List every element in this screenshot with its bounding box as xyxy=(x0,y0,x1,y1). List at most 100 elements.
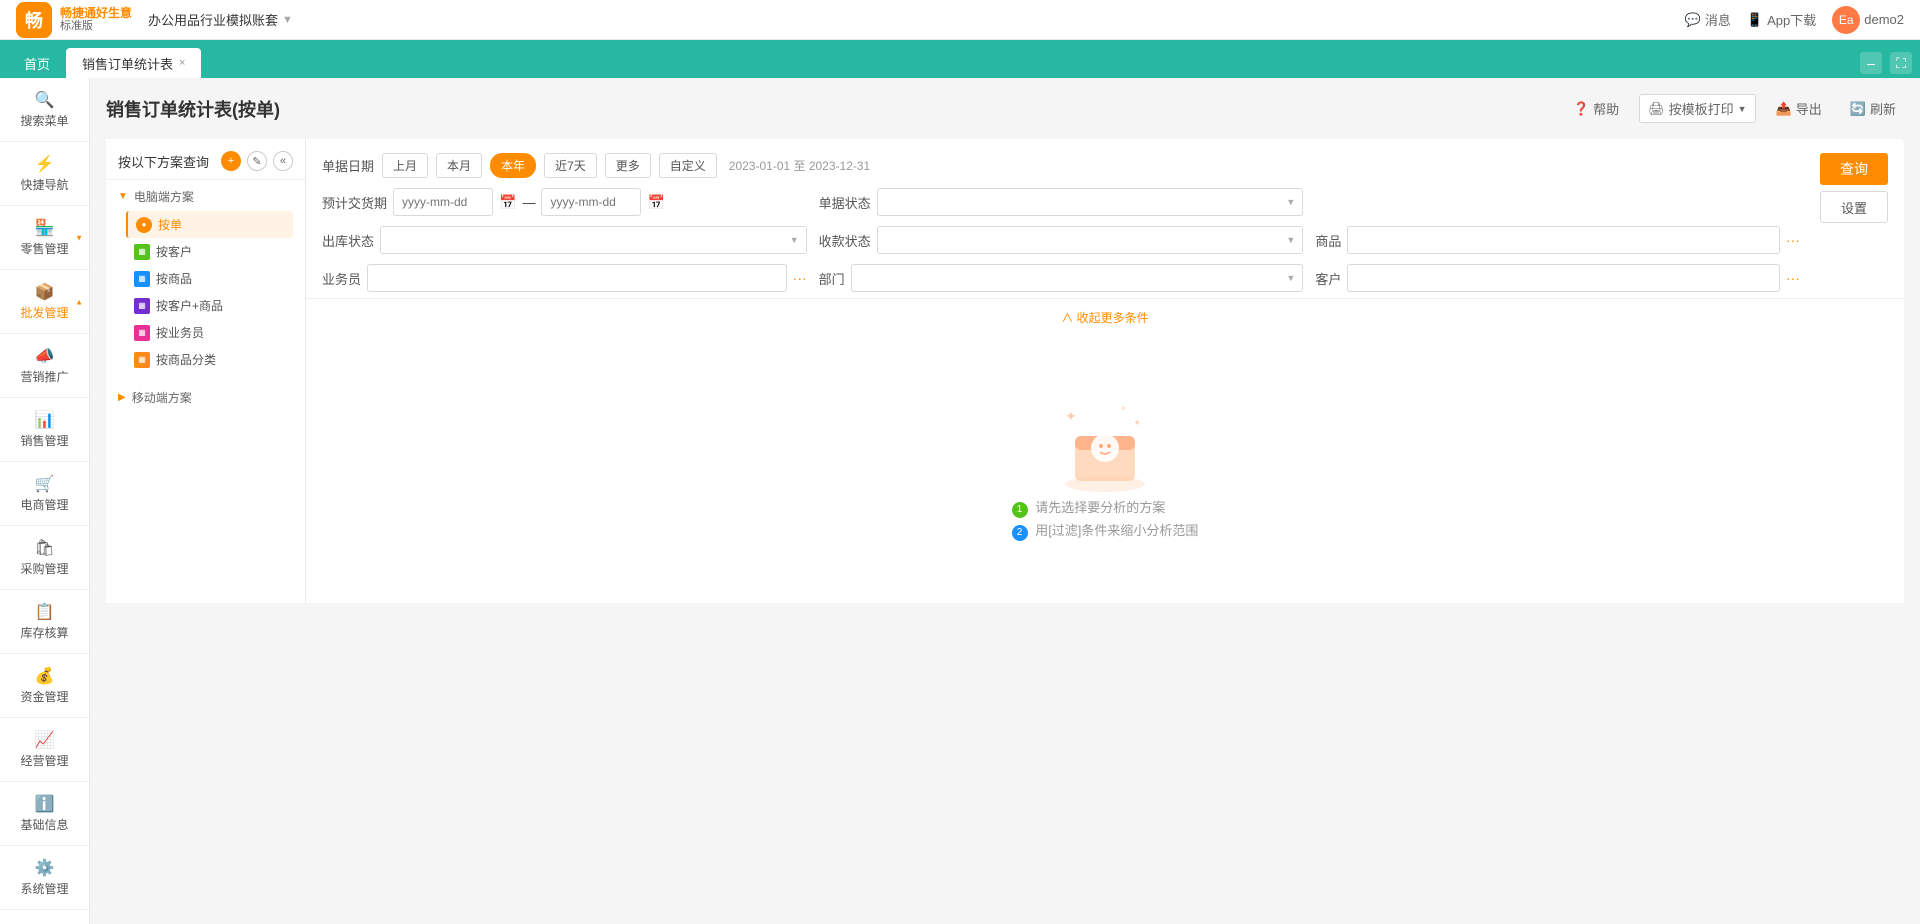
inventory-icon: 📋 xyxy=(4,602,85,622)
sidebar-item-search[interactable]: 🔍 搜索菜单 xyxy=(0,78,89,142)
setting-button[interactable]: 设置 xyxy=(1820,191,1888,223)
sidebar: 🔍 搜索菜单 ⚡ 快捷导航 🏪 零售管理 📦 批发管理 📣 营销推广 📊 销售管… xyxy=(0,78,90,924)
help-icon: ❓ xyxy=(1573,101,1589,117)
scheme-header-icons: + ✎ « xyxy=(221,151,293,171)
sidebar-item-collab[interactable]: 🤝 企业协同 xyxy=(0,910,89,924)
dept-field: 部门 xyxy=(819,264,1304,292)
finance-icon: 💰 xyxy=(4,666,85,686)
date-label: 单据日期 xyxy=(322,156,374,175)
payment-select[interactable] xyxy=(877,226,1304,254)
salesman-field: 业务员 ··· xyxy=(322,264,807,292)
message-icon: 💬 xyxy=(1685,12,1701,28)
tab-active[interactable]: 销售订单统计表 × xyxy=(66,48,201,78)
tab-controls: – ⛶ xyxy=(1860,52,1912,78)
page-title: 销售订单统计表(按单) xyxy=(106,96,280,122)
download-icon: 📱 xyxy=(1747,12,1763,28)
collapse-bar[interactable]: ∧ 收起更多条件 xyxy=(306,298,1904,336)
sidebar-item-system[interactable]: ⚙️ 系统管理 xyxy=(0,846,89,910)
scheme-collapse-btn[interactable]: « xyxy=(273,151,293,171)
date-btn-last-month[interactable]: 上月 xyxy=(382,153,428,178)
status-select[interactable] xyxy=(877,188,1304,216)
expected-date-to[interactable] xyxy=(541,188,641,216)
sidebar-item-marketing[interactable]: 📣 营销推广 xyxy=(0,334,89,398)
scheme-item-by-goods[interactable]: ▦ 按商品 xyxy=(126,265,293,292)
filter-buttons: 查询 设置 xyxy=(1820,153,1888,223)
sidebar-item-sales[interactable]: 📊 销售管理 xyxy=(0,398,89,462)
print-icon: 🖨 xyxy=(1648,101,1665,117)
date-btn-this-year[interactable]: 本年 xyxy=(490,153,536,178)
system-icon: ⚙️ xyxy=(4,858,85,878)
scheme-panel: 按以下方案查询 + ✎ « ▼ xyxy=(106,139,306,603)
sidebar-item-retail[interactable]: 🏪 零售管理 xyxy=(0,206,89,270)
tab-maximize-btn[interactable]: ⛶ xyxy=(1890,52,1912,74)
scheme-add-btn[interactable]: + xyxy=(221,151,241,171)
customer-more-btn[interactable]: ··· xyxy=(1786,270,1800,286)
main-layout: 🔍 搜索菜单 ⚡ 快捷导航 🏪 零售管理 📦 批发管理 📣 营销推广 📊 销售管… xyxy=(0,78,1920,924)
scheme-item-icon-order: ● xyxy=(136,217,152,233)
print-arrow-icon: ▼ xyxy=(1738,104,1747,114)
status-label: 单据状态 xyxy=(819,193,871,212)
salesman-input[interactable] xyxy=(367,264,787,292)
tab-home[interactable]: 首页 xyxy=(8,48,66,78)
delivery-select[interactable] xyxy=(380,226,807,254)
content-area: 销售订单统计表(按单) ❓ 帮助 🖨 按模板打印 ▼ 📤 导出 🔄 刷新 xyxy=(90,78,1920,924)
message-btn[interactable]: 💬 消息 xyxy=(1685,10,1731,29)
dept-label: 部门 xyxy=(819,269,845,288)
payment-label: 收款状态 xyxy=(819,231,871,250)
export-btn[interactable]: 📤 导出 xyxy=(1768,95,1830,122)
sidebar-item-inventory[interactable]: 📋 库存核算 xyxy=(0,590,89,654)
print-btn[interactable]: 🖨 按模板打印 ▼ xyxy=(1639,94,1755,123)
sidebar-item-wholesale[interactable]: 📦 批发管理 xyxy=(0,270,89,334)
scheme-group-mobile-arrow-icon: ▶ xyxy=(118,392,126,403)
date-range-hint: 2023-01-01 至 2023-12-31 xyxy=(729,157,870,174)
salesman-more-btn[interactable]: ··· xyxy=(793,270,807,286)
sidebar-item-basic[interactable]: ℹ️ 基础信息 xyxy=(0,782,89,846)
scheme-edit-btn[interactable]: ✎ xyxy=(247,151,267,171)
scheme-group-desktop-title[interactable]: ▼ 电脑端方案 xyxy=(118,188,293,205)
dropdown-icon[interactable]: ▼ xyxy=(282,14,293,26)
scheme-group-mobile-title[interactable]: ▶ 移动端方案 xyxy=(118,389,293,406)
sidebar-item-ecommerce[interactable]: 🛒 电商管理 xyxy=(0,462,89,526)
scheme-item-by-category[interactable]: ▦ 按商品分类 xyxy=(126,346,293,373)
filter-section: 按以下方案查询 + ✎ « ▼ xyxy=(106,139,1904,603)
scheme-item-by-customer[interactable]: ▦ 按客户 xyxy=(126,238,293,265)
date-sep: — xyxy=(522,195,535,210)
scheme-item-by-customer-goods[interactable]: ▦ 按客户+商品 xyxy=(126,292,293,319)
goods-input[interactable] xyxy=(1347,226,1780,254)
export-icon: 📤 xyxy=(1776,101,1792,117)
ecommerce-icon: 🛒 xyxy=(4,474,85,494)
tab-minimize-btn[interactable]: – xyxy=(1860,52,1882,74)
purchase-icon: 🛍 xyxy=(4,538,85,558)
date-btn-this-month[interactable]: 本月 xyxy=(436,153,482,178)
expected-date-label: 预计交货期 xyxy=(322,193,387,212)
scheme-header: 按以下方案查询 + ✎ « xyxy=(106,151,305,180)
user-menu[interactable]: Ea demo2 xyxy=(1832,6,1904,34)
help-btn[interactable]: ❓ 帮助 xyxy=(1565,95,1627,122)
date-btn-7days[interactable]: 近7天 xyxy=(544,153,597,178)
dept-select[interactable] xyxy=(851,264,1304,292)
customer-label: 客户 xyxy=(1315,269,1341,288)
sidebar-item-finance[interactable]: 💰 资金管理 xyxy=(0,654,89,718)
customer-input[interactable] xyxy=(1347,264,1780,292)
app-download-btn[interactable]: 📱 App下载 xyxy=(1747,10,1816,29)
date-btn-custom[interactable]: 自定义 xyxy=(659,153,717,178)
date-btn-more[interactable]: 更多 xyxy=(605,153,651,178)
app-title: 办公用品行业模拟账套 ▼ xyxy=(148,10,293,29)
tab-close-icon[interactable]: × xyxy=(179,57,185,69)
refresh-btn[interactable]: 🔄 刷新 xyxy=(1842,95,1904,122)
sidebar-item-purchase[interactable]: 🛍 采购管理 xyxy=(0,526,89,590)
goods-more-btn[interactable]: ··· xyxy=(1786,232,1800,248)
brand: 畅捷通好生意 标准版 xyxy=(60,6,132,34)
scheme-item-by-salesman[interactable]: ▦ 按业务员 xyxy=(126,319,293,346)
refresh-icon: 🔄 xyxy=(1850,101,1866,117)
query-button[interactable]: 查询 xyxy=(1820,153,1888,185)
scheme-item-icon-salesman: ▦ xyxy=(134,325,150,341)
scheme-item-by-order[interactable]: ● 按单 xyxy=(126,211,293,238)
scheme-item-icon-goods: ▦ xyxy=(134,271,150,287)
expected-date-from[interactable] xyxy=(393,188,493,216)
sidebar-item-nav[interactable]: ⚡ 快捷导航 xyxy=(0,142,89,206)
sidebar-item-operations[interactable]: 📈 经营管理 xyxy=(0,718,89,782)
payment-status-field: 收款状态 xyxy=(819,226,1304,254)
scheme-item-icon-cg: ▦ xyxy=(134,298,150,314)
operations-icon: 📈 xyxy=(4,730,85,750)
